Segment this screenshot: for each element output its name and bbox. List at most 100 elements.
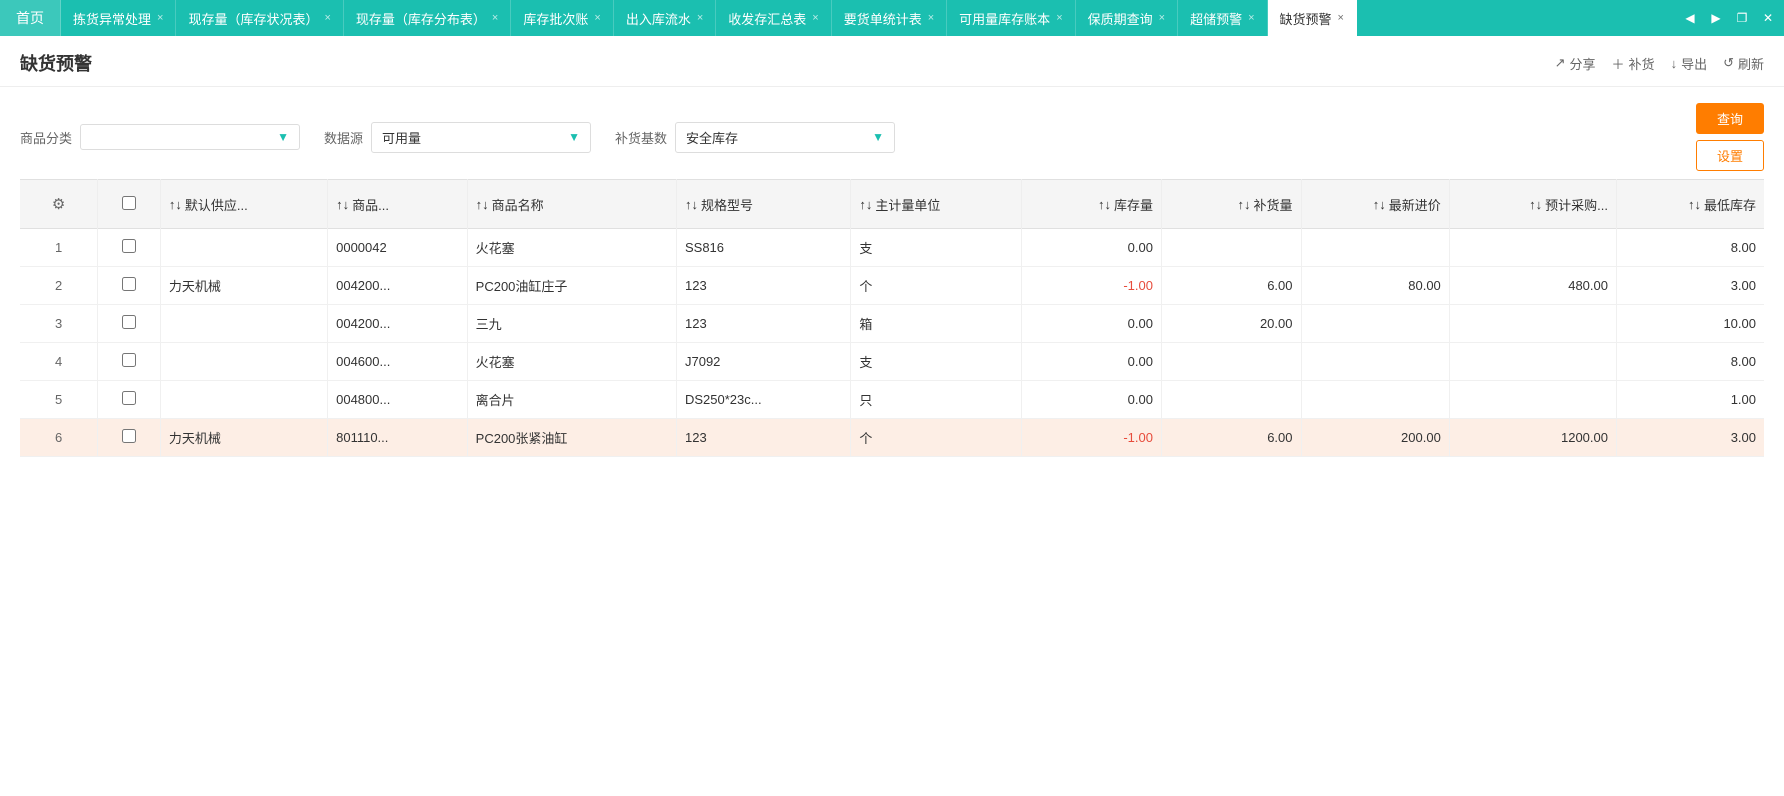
column-settings-icon[interactable]: ⚙	[45, 190, 73, 218]
close-tab-expiry-query[interactable]: ×	[1159, 12, 1165, 24]
col-header-spec[interactable]: ↑↓ 规格型号	[676, 180, 850, 229]
tab-expiry-query[interactable]: 保质期查询×	[1076, 0, 1178, 36]
close-tab-inout-flow[interactable]: ×	[697, 12, 703, 24]
cell-checkbox[interactable]	[98, 305, 161, 343]
select-all-checkbox[interactable]	[122, 196, 136, 210]
cell-name: 三九	[467, 305, 676, 343]
cell-est-purchase: 480.00	[1449, 267, 1616, 305]
col-header-name[interactable]: ↑↓ 商品名称	[467, 180, 676, 229]
filter-bar: 商品分类 ▼ 数据源 可用量 ▼ 补货基数 安全库存 ▼ 查询 设置	[0, 87, 1784, 179]
col-header-unit[interactable]: ↑↓ 主计量单位	[851, 180, 1022, 229]
col-header-price[interactable]: ↑↓ 最新进价	[1301, 180, 1449, 229]
page-title: 缺货预警	[20, 50, 92, 76]
replenish-base-filter-group: 补货基数 安全库存 ▼	[615, 122, 895, 153]
settings-button[interactable]: 设置	[1696, 140, 1764, 171]
cell-checkbox[interactable]	[98, 229, 161, 267]
close-tab-collect-summary[interactable]: ×	[812, 12, 818, 24]
cell-checkbox[interactable]	[98, 343, 161, 381]
tab-demand-stats[interactable]: 要货单统计表×	[832, 0, 947, 36]
sort-name[interactable]: ↑↓ 商品名称	[476, 195, 544, 214]
col-header-stock[interactable]: ↑↓ 库存量	[1022, 180, 1162, 229]
sort-estimate[interactable]: ↑↓ 预计采购...	[1529, 195, 1608, 214]
cell-checkbox[interactable]	[98, 381, 161, 419]
cell-code: 801110...	[328, 419, 468, 457]
cell-replenish: 6.00	[1161, 419, 1301, 457]
cell-spec: SS816	[676, 229, 850, 267]
row-checkbox[interactable]	[122, 239, 136, 253]
row-checkbox[interactable]	[122, 391, 136, 405]
cell-unit: 个	[851, 419, 1022, 457]
category-select[interactable]: ▼	[80, 124, 300, 150]
col-header-minstock[interactable]: ↑↓ 最低库存	[1616, 180, 1764, 229]
sort-unit[interactable]: ↑↓ 主计量单位	[859, 195, 940, 214]
tab-inventory-dist[interactable]: 现存量（库存分布表）×	[344, 0, 511, 36]
sort-stock[interactable]: ↑↓ 库存量	[1098, 195, 1153, 214]
replenish-base-select[interactable]: 安全库存 ▼	[675, 122, 895, 153]
tab-inout-flow[interactable]: 出入库流水×	[614, 0, 716, 36]
datasource-select[interactable]: 可用量 ▼	[371, 122, 591, 153]
close-tab-overstock-warning[interactable]: ×	[1248, 12, 1254, 24]
cell-latest-price	[1301, 305, 1449, 343]
cell-index: 3	[20, 305, 98, 343]
row-checkbox[interactable]	[122, 277, 136, 291]
replenish-icon: ＋	[1612, 54, 1625, 73]
close-tab-batch-account[interactable]: ×	[594, 12, 600, 24]
tab-prev-button[interactable]: ◀	[1678, 6, 1702, 30]
tab-home[interactable]: 首页	[0, 0, 61, 36]
tab-defect-handling[interactable]: 拣货异常处理×	[61, 0, 176, 36]
page-header: 缺货预警 ↗ 分享 ＋ 补货 ↓ 导出 ↺ 刷新	[0, 36, 1784, 87]
close-tab-shortage-warning[interactable]: ×	[1338, 12, 1344, 24]
tab-inventory-status[interactable]: 现存量（库存状况表）×	[176, 0, 343, 36]
sort-minstock[interactable]: ↑↓ 最低库存	[1688, 195, 1756, 214]
cell-unit: 支	[851, 229, 1022, 267]
col-header-code[interactable]: ↑↓ 商品...	[328, 180, 468, 229]
tab-shortage-warning[interactable]: 缺货预警×	[1268, 0, 1357, 36]
window-restore-button[interactable]: ❐	[1730, 6, 1754, 30]
filter-action-buttons: 查询 设置	[1696, 103, 1764, 171]
row-checkbox[interactable]	[122, 353, 136, 367]
close-tab-demand-stats[interactable]: ×	[928, 12, 934, 24]
table-row: 6 力天机械 801110... PC200张紧油缸 123 个 -1.00 6…	[20, 419, 1764, 457]
data-table: ⚙ ↑↓ 默认供应... ↑↓ 商品...	[20, 179, 1764, 457]
query-button[interactable]: 查询	[1696, 103, 1764, 134]
export-icon: ↓	[1671, 56, 1678, 71]
sort-supplier[interactable]: ↑↓ 默认供应...	[169, 195, 248, 214]
tab-available-ledger[interactable]: 可用量库存账本×	[947, 0, 1075, 36]
table-row: 4 004600... 火花塞 J7092 支 0.00 8.00	[20, 343, 1764, 381]
row-checkbox[interactable]	[122, 315, 136, 329]
col-header-replenish[interactable]: ↑↓ 补货量	[1161, 180, 1301, 229]
cell-min-stock: 8.00	[1616, 343, 1764, 381]
tab-batch-account[interactable]: 库存批次账×	[511, 0, 613, 36]
cell-replenish: 6.00	[1161, 267, 1301, 305]
sort-code[interactable]: ↑↓ 商品...	[336, 195, 389, 214]
export-button[interactable]: ↓ 导出	[1671, 54, 1708, 73]
cell-checkbox[interactable]	[98, 267, 161, 305]
col-header-estimate[interactable]: ↑↓ 预计采购...	[1449, 180, 1616, 229]
row-checkbox[interactable]	[122, 429, 136, 443]
cell-index: 6	[20, 419, 98, 457]
close-tab-inventory-dist[interactable]: ×	[492, 12, 498, 24]
tab-overstock-warning[interactable]: 超储预警×	[1178, 0, 1267, 36]
cell-index: 2	[20, 267, 98, 305]
close-tab-inventory-status[interactable]: ×	[324, 12, 330, 24]
main-content: 缺货预警 ↗ 分享 ＋ 补货 ↓ 导出 ↺ 刷新 商品分类	[0, 36, 1784, 796]
tab-next-button[interactable]: ▶	[1704, 6, 1728, 30]
tab-collect-summary[interactable]: 收发存汇总表×	[716, 0, 831, 36]
sort-spec[interactable]: ↑↓ 规格型号	[685, 195, 753, 214]
share-button[interactable]: ↗ 分享	[1555, 54, 1596, 73]
table-row: 5 004800... 离合片 DS250*23c... 只 0.00 1.00	[20, 381, 1764, 419]
cell-latest-price: 80.00	[1301, 267, 1449, 305]
cell-checkbox[interactable]	[98, 419, 161, 457]
cell-replenish	[1161, 381, 1301, 419]
replenish-button[interactable]: ＋ 补货	[1612, 54, 1655, 73]
cell-spec: 123	[676, 419, 850, 457]
sort-price[interactable]: ↑↓ 最新进价	[1373, 195, 1441, 214]
refresh-button[interactable]: ↺ 刷新	[1723, 54, 1764, 73]
window-close-button[interactable]: ✕	[1756, 6, 1780, 30]
datasource-arrow-icon: ▼	[568, 130, 580, 144]
table-row: 1 0000042 火花塞 SS816 支 0.00 8.00	[20, 229, 1764, 267]
close-tab-available-ledger[interactable]: ×	[1056, 12, 1062, 24]
close-tab-defect-handling[interactable]: ×	[157, 12, 163, 24]
col-header-supplier[interactable]: ↑↓ 默认供应...	[160, 180, 327, 229]
sort-replenish[interactable]: ↑↓ 补货量	[1237, 195, 1292, 214]
